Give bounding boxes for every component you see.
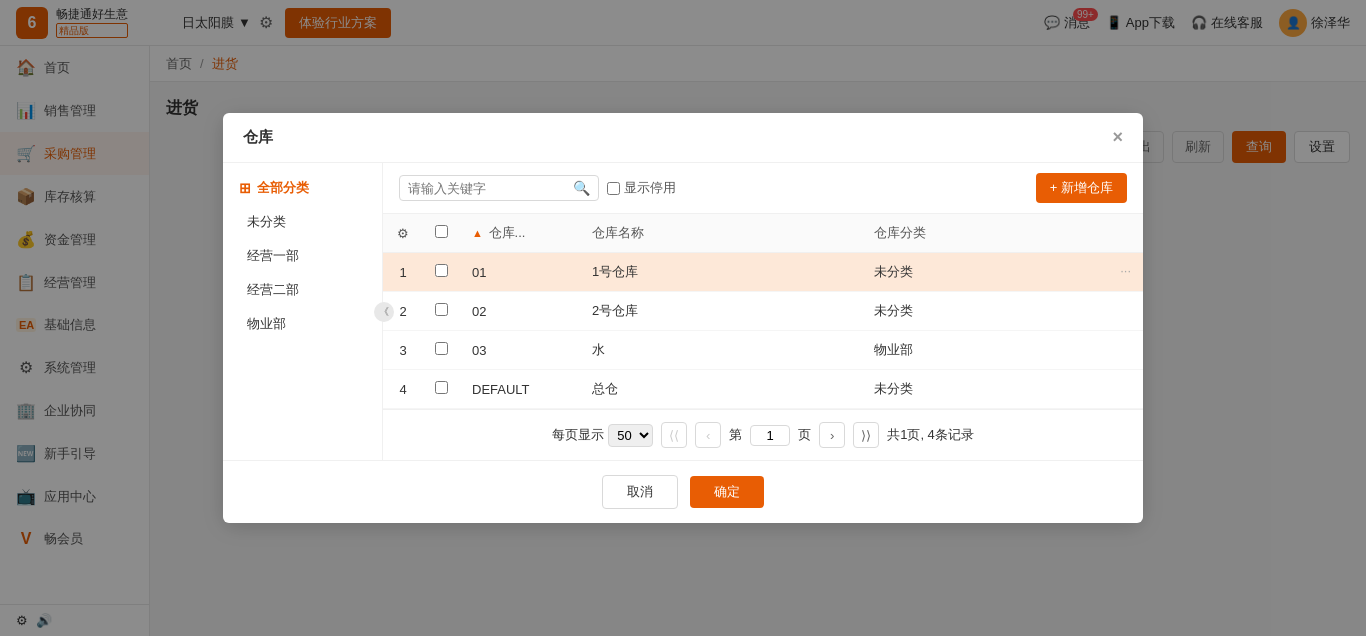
modal-title: 仓库 (243, 128, 273, 147)
row-check-2[interactable] (435, 303, 448, 316)
category-panel: ⊞ 全部分类 未分类 经营一部 经营二部 物业部 《 (223, 163, 383, 460)
more-icon-1[interactable]: ··· (1120, 263, 1131, 278)
row-checkbox-2[interactable] (423, 292, 460, 331)
col-settings: ⚙ (383, 214, 423, 253)
table-row[interactable]: 1 01 1号仓库 未分类 ··· (383, 253, 1143, 292)
search-input[interactable] (408, 181, 573, 196)
sort-icon: ▲ (472, 227, 483, 239)
table-row[interactable]: 3 03 水 物业部 (383, 331, 1143, 370)
row-no-3: 3 (383, 331, 423, 370)
row-check-4[interactable] (435, 381, 448, 394)
modal-close-button[interactable]: × (1112, 127, 1123, 148)
category-item-0[interactable]: 未分类 (223, 205, 382, 239)
settings-col-icon: ⚙ (397, 226, 409, 241)
col-checkbox (423, 214, 460, 253)
collapse-panel-button[interactable]: 《 (374, 302, 394, 322)
row-category-3: 物业部 (862, 331, 1144, 370)
row-category-4: 未分类 (862, 370, 1144, 409)
row-name-3: 水 (580, 331, 862, 370)
category-item-2[interactable]: 经营二部 (223, 273, 382, 307)
table: ⚙ ▲ 仓库... 仓库名称 (383, 214, 1143, 409)
row-no-4: 4 (383, 370, 423, 409)
modal-header: 仓库 × (223, 113, 1143, 163)
category-item-3[interactable]: 物业部 (223, 307, 382, 341)
row-category-2: 未分类 (862, 292, 1144, 331)
pagination: 每页显示 50 ⟨⟨ ‹ 第 页 › ⟩⟩ 共1页, 4条记录 (383, 409, 1143, 460)
page-number-input[interactable] (750, 425, 790, 446)
table-row[interactable]: 4 DEFAULT 总仓 未分类 (383, 370, 1143, 409)
row-code-1: 01 (460, 253, 580, 292)
table-row[interactable]: 2 02 2号仓库 未分类 (383, 292, 1143, 331)
page-first-button[interactable]: ⟨⟨ (661, 422, 687, 448)
per-page-label: 每页显示 (552, 426, 604, 444)
page-unit: 页 (798, 426, 811, 444)
search-input-wrap: 🔍 (399, 175, 599, 201)
modal-footer: 取消 确定 (223, 460, 1143, 523)
all-category-label: 全部分类 (257, 179, 309, 197)
show-disabled-checkbox[interactable] (607, 182, 620, 195)
page-prev-button[interactable]: ‹ (695, 422, 721, 448)
content-toolbar: 🔍 显示停用 + 新增仓库 (383, 163, 1143, 214)
show-disabled-label[interactable]: 显示停用 (607, 179, 676, 197)
page-label: 第 (729, 426, 742, 444)
per-page-dropdown[interactable]: 50 (608, 424, 653, 447)
all-category-header[interactable]: ⊞ 全部分类 (223, 171, 382, 205)
row-checkbox-1[interactable] (423, 253, 460, 292)
content-panel: 🔍 显示停用 + 新增仓库 ⚙ (383, 163, 1143, 460)
row-check-3[interactable] (435, 342, 448, 355)
page-next-button[interactable]: › (819, 422, 845, 448)
add-warehouse-button[interactable]: + 新增仓库 (1036, 173, 1127, 203)
col-code: ▲ 仓库... (460, 214, 580, 253)
row-name-1: 1号仓库 (580, 253, 862, 292)
cancel-button[interactable]: 取消 (602, 475, 678, 509)
row-name-2: 2号仓库 (580, 292, 862, 331)
page-size-select: 每页显示 50 (552, 424, 653, 447)
select-all-checkbox[interactable] (435, 225, 448, 238)
row-no-1: 1 (383, 253, 423, 292)
row-checkbox-3[interactable] (423, 331, 460, 370)
table-body: 1 01 1号仓库 未分类 ··· (383, 253, 1143, 409)
page-last-button[interactable]: ⟩⟩ (853, 422, 879, 448)
total-info: 共1页, 4条记录 (887, 426, 974, 444)
search-icon[interactable]: 🔍 (573, 180, 590, 196)
row-checkbox-4[interactable] (423, 370, 460, 409)
modal-body: ⊞ 全部分类 未分类 经营一部 经营二部 物业部 《 🔍 (223, 163, 1143, 460)
col-category: 仓库分类 (862, 214, 1144, 253)
confirm-button[interactable]: 确定 (690, 476, 764, 508)
table-header: ⚙ ▲ 仓库... 仓库名称 (383, 214, 1143, 253)
row-code-2: 02 (460, 292, 580, 331)
row-code-3: 03 (460, 331, 580, 370)
warehouse-table: ⚙ ▲ 仓库... 仓库名称 (383, 214, 1143, 409)
grid-icon: ⊞ (239, 180, 251, 196)
row-check-1[interactable] (435, 264, 448, 277)
col-name: 仓库名称 (580, 214, 862, 253)
category-item-1[interactable]: 经营一部 (223, 239, 382, 273)
modal-overlay: 仓库 × ⊞ 全部分类 未分类 经营一部 经营二部 物业部 《 (0, 0, 1366, 636)
warehouse-modal: 仓库 × ⊞ 全部分类 未分类 经营一部 经营二部 物业部 《 (223, 113, 1143, 523)
row-name-4: 总仓 (580, 370, 862, 409)
row-code-4: DEFAULT (460, 370, 580, 409)
row-category-1: 未分类 ··· (862, 253, 1144, 292)
